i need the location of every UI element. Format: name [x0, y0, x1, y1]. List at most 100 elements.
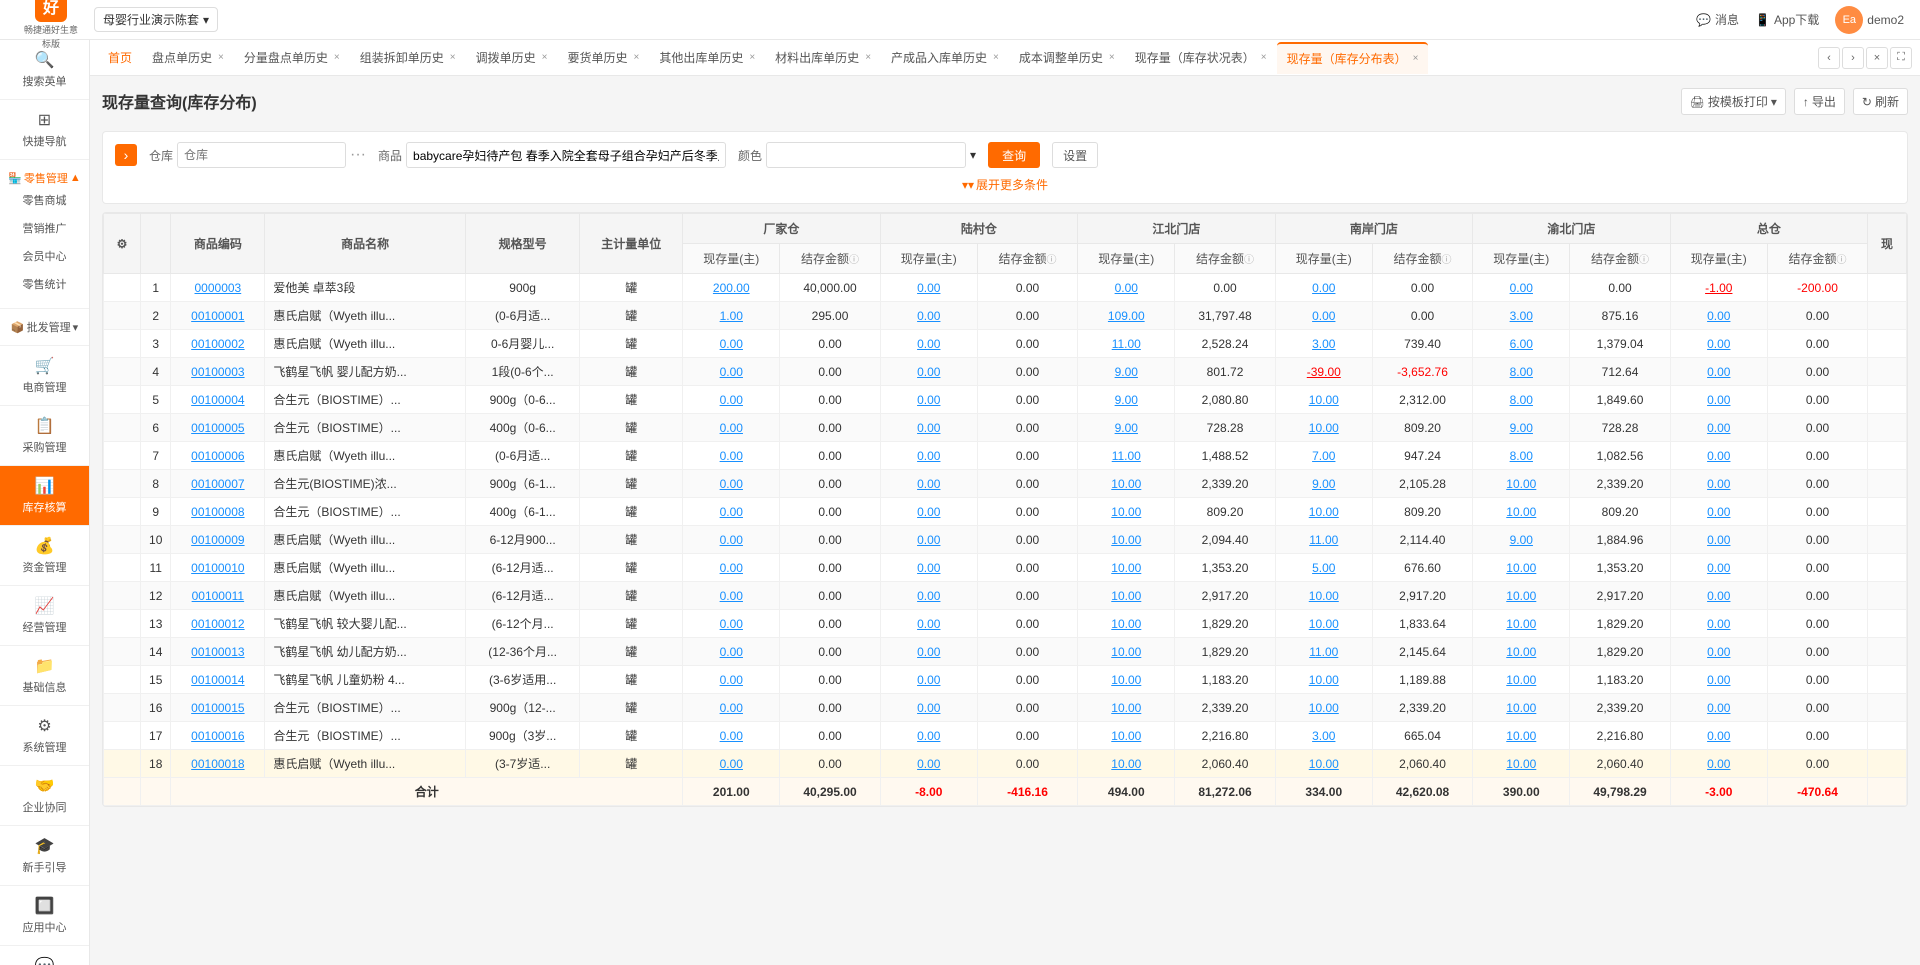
close-icon[interactable]: × [633, 52, 639, 63]
message-btn[interactable]: 💬 消息 [1696, 11, 1739, 28]
table-cell[interactable]: 00100006 [171, 442, 265, 470]
close-icon[interactable]: × [993, 52, 999, 63]
user-area[interactable]: Ea demo2 [1835, 6, 1904, 34]
expand-conditions-btn[interactable]: ▾▾ 展开更多条件 [962, 176, 1048, 193]
table-cell[interactable]: 8.00 [1473, 442, 1570, 470]
table-cell[interactable]: 10.00 [1473, 722, 1570, 750]
refresh-btn[interactable]: ↻ 刷新 [1853, 88, 1908, 115]
table-cell[interactable]: 0.00 [683, 498, 780, 526]
export-btn[interactable]: ↑ 导出 [1794, 88, 1845, 115]
close-icon[interactable]: × [749, 52, 755, 63]
table-cell[interactable]: 0.00 [880, 498, 977, 526]
table-cell[interactable]: 10.00 [1275, 386, 1372, 414]
table-cell[interactable]: 0.00 [683, 330, 780, 358]
collapse-btn[interactable]: › [115, 144, 137, 166]
close-icon[interactable]: × [334, 52, 340, 63]
table-cell[interactable]: 0.00 [683, 638, 780, 666]
table-cell[interactable]: 0.00 [683, 414, 780, 442]
sidebar-item-retail-stats[interactable]: 零售统计 [4, 270, 85, 298]
table-cell[interactable]: 3.00 [1473, 302, 1570, 330]
table-cell[interactable]: 0.00 [1670, 526, 1767, 554]
table-cell[interactable]: 0.00 [1670, 582, 1767, 610]
tab-next-btn[interactable]: › [1842, 47, 1864, 69]
table-cell[interactable]: 8.00 [1473, 386, 1570, 414]
table-cell[interactable]: 0.00 [1473, 274, 1570, 302]
table-cell[interactable]: 10.00 [1078, 526, 1175, 554]
table-cell[interactable]: 0.00 [880, 526, 977, 554]
table-cell[interactable]: 10.00 [1473, 498, 1570, 526]
close-icon[interactable]: × [542, 52, 548, 63]
table-cell[interactable]: 1.00 [683, 302, 780, 330]
info-icon[interactable]: ⓘ [849, 255, 859, 266]
table-cell[interactable]: 00100015 [171, 694, 265, 722]
table-cell[interactable]: 0.00 [1670, 414, 1767, 442]
table-cell[interactable]: 0.00 [683, 386, 780, 414]
print-btn[interactable]: 🖨 按模板打印 ▾ [1681, 88, 1786, 115]
tab-组装拆卸单历史[interactable]: 组装拆卸单历史 × [350, 42, 466, 74]
table-cell[interactable]: 11.00 [1078, 442, 1175, 470]
table-cell[interactable]: 00100011 [171, 582, 265, 610]
table-cell[interactable]: 0.00 [1670, 498, 1767, 526]
table-cell[interactable]: 0.00 [1670, 442, 1767, 470]
sidebar-item-wechat[interactable]: 💬 企业微信 [0, 946, 89, 965]
table-cell[interactable]: 0.00 [1670, 302, 1767, 330]
table-cell[interactable]: 10.00 [1473, 554, 1570, 582]
table-cell[interactable]: 9.00 [1078, 386, 1175, 414]
table-cell[interactable]: 11.00 [1078, 330, 1175, 358]
close-icon[interactable]: × [450, 52, 456, 63]
tab-其他出库单历史[interactable]: 其他出库单历史 × [649, 42, 765, 74]
table-cell[interactable]: 00100012 [171, 610, 265, 638]
table-cell[interactable]: 10.00 [1275, 610, 1372, 638]
sidebar-item-newbie[interactable]: 🎓 新手引导 [0, 826, 89, 886]
table-cell[interactable]: 7.00 [1275, 442, 1372, 470]
table-cell[interactable]: 9.00 [1275, 470, 1372, 498]
table-cell[interactable]: 0.00 [880, 302, 977, 330]
info-icon[interactable]: ⓘ [1837, 255, 1847, 266]
table-cell[interactable]: 0.00 [1670, 722, 1767, 750]
table-cell[interactable]: 0.00 [1670, 694, 1767, 722]
sidebar-item-system[interactable]: ⚙ 系统管理 [0, 706, 89, 766]
table-cell[interactable]: -39.00 [1275, 358, 1372, 386]
table-cell[interactable]: 0.00 [683, 750, 780, 778]
table-cell[interactable]: 0.00 [683, 526, 780, 554]
setting-btn[interactable]: 设置 [1052, 142, 1098, 168]
table-cell[interactable]: 10.00 [1275, 750, 1372, 778]
info-icon[interactable]: ⓘ [1639, 255, 1649, 266]
table-cell[interactable]: 5.00 [1275, 554, 1372, 582]
goods-input[interactable] [406, 142, 726, 168]
table-cell[interactable]: 10.00 [1078, 722, 1175, 750]
table-cell[interactable]: -1.00 [1670, 274, 1767, 302]
table-cell[interactable]: 10.00 [1078, 694, 1175, 722]
table-cell[interactable]: 00100009 [171, 526, 265, 554]
table-cell[interactable]: 0.00 [880, 554, 977, 582]
tab-现存量库存分布表[interactable]: 现存量（库存分布表） × [1277, 42, 1429, 74]
table-cell[interactable]: 9.00 [1078, 414, 1175, 442]
table-cell[interactable]: 10.00 [1473, 666, 1570, 694]
table-cell[interactable]: 109.00 [1078, 302, 1175, 330]
org-selector[interactable]: 母婴行业演示陈套 ▾ [94, 7, 218, 32]
table-cell[interactable]: 10.00 [1473, 470, 1570, 498]
table-cell[interactable]: 0.00 [1670, 638, 1767, 666]
table-cell[interactable]: 0.00 [880, 358, 977, 386]
table-cell[interactable]: 0.00 [1670, 666, 1767, 694]
app-download-btn[interactable]: 📱 App下载 [1755, 11, 1819, 28]
tab-close-all-btn[interactable]: × [1866, 47, 1888, 69]
query-btn[interactable]: 查询 [988, 142, 1040, 168]
tab-产成品入库单历史[interactable]: 产成品入库单历史 × [881, 42, 1009, 74]
close-icon[interactable]: × [865, 52, 871, 63]
close-icon[interactable]: × [218, 52, 224, 63]
table-cell[interactable]: 00100018 [171, 750, 265, 778]
tab-expand-btn[interactable]: ⛶ [1890, 47, 1912, 69]
info-icon[interactable]: ⓘ [1442, 255, 1452, 266]
table-cell[interactable]: 0.00 [1275, 302, 1372, 330]
table-cell[interactable]: 0.00 [880, 470, 977, 498]
table-cell[interactable]: 00100003 [171, 358, 265, 386]
table-cell[interactable]: 0.00 [1670, 330, 1767, 358]
table-cell[interactable]: 0.00 [1670, 358, 1767, 386]
table-cell[interactable]: 10.00 [1078, 638, 1175, 666]
close-icon[interactable]: × [1261, 52, 1267, 63]
sidebar-item-ecom[interactable]: 🛒 电商管理 [0, 346, 89, 406]
table-cell[interactable]: 0.00 [880, 274, 977, 302]
info-icon[interactable]: ⓘ [1047, 255, 1057, 266]
table-cell[interactable]: 0.00 [683, 694, 780, 722]
